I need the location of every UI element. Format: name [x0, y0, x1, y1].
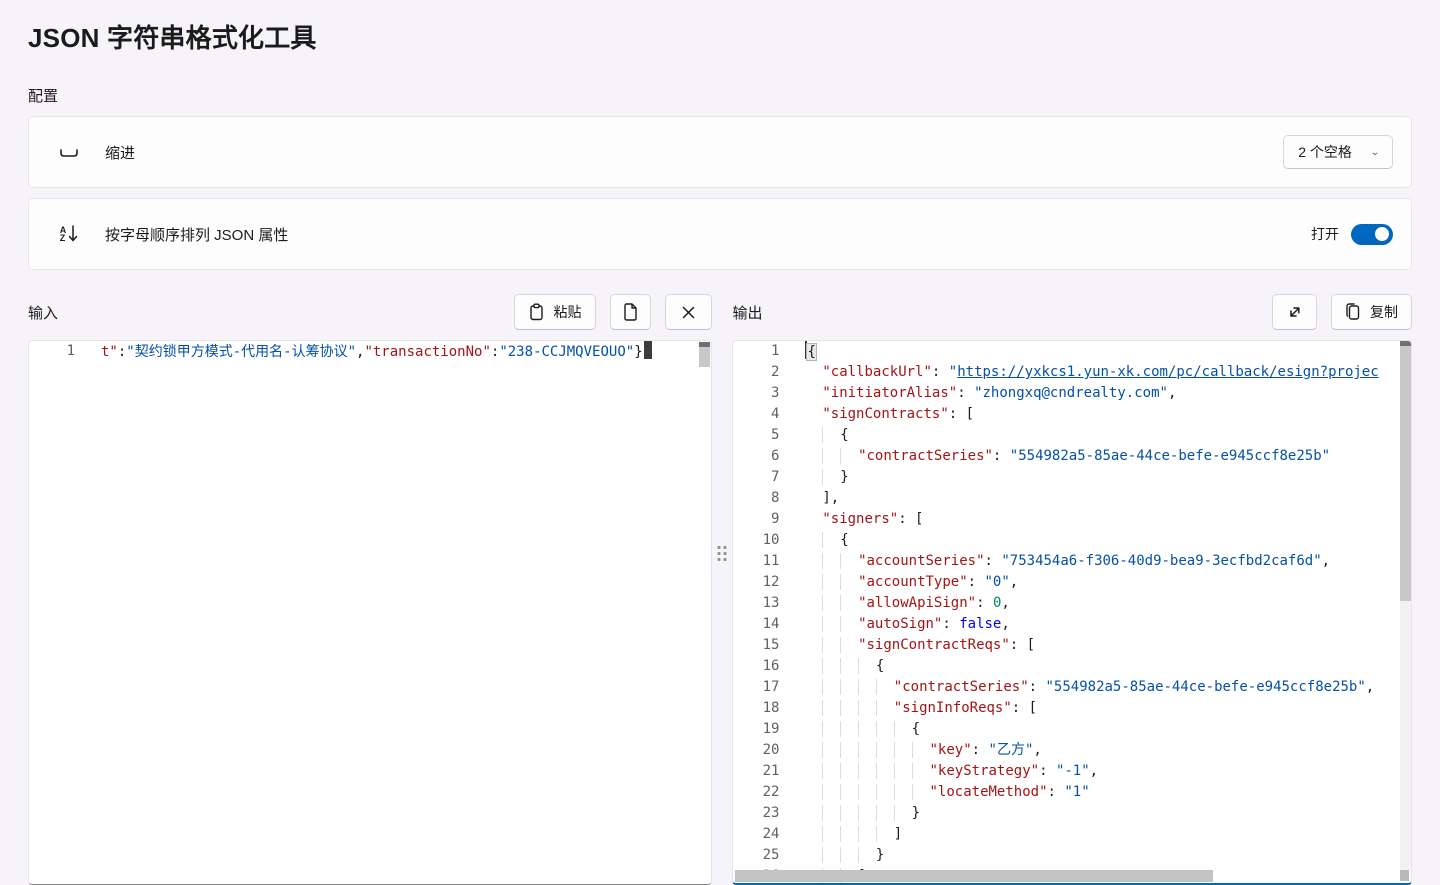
- output-horizontal-scrollbar[interactable]: [735, 870, 1213, 882]
- pane-splitter[interactable]: [712, 284, 733, 885]
- code-line: 25 }: [733, 845, 1411, 866]
- expand-icon: [1287, 304, 1303, 320]
- config-section-label: 配置: [28, 85, 1412, 106]
- input-editor[interactable]: 1t":"契约锁甲方模式-代用名-认筹协议","transactionNo":"…: [28, 340, 712, 885]
- editor-workspace: 输入 粘贴: [28, 284, 1412, 885]
- clipboard-icon: [528, 303, 545, 321]
- expand-output-button[interactable]: [1272, 294, 1317, 330]
- indentation-selected-value: 2 个空格: [1298, 142, 1352, 162]
- paste-button-label: 粘贴: [554, 302, 582, 322]
- page-title: JSON 字符串格式化工具: [28, 0, 1412, 55]
- code-line: 22 "locateMethod": "1": [733, 782, 1411, 803]
- output-vertical-scrollbar[interactable]: [1400, 341, 1411, 870]
- copy-button-label: 复制: [1370, 302, 1398, 322]
- code-line: 19 {: [733, 719, 1411, 740]
- output-pane: 输出: [732, 284, 1412, 885]
- json-formatter-page: JSON 字符串格式化工具 配置 缩进 2 个空格 ⌄ AZ 按字母顺序排列 J…: [0, 0, 1440, 881]
- indentation-setting-row: 缩进 2 个空格 ⌄: [28, 116, 1412, 188]
- code-line: 8 ],: [733, 488, 1411, 509]
- file-icon: [623, 303, 638, 321]
- code-line: 10 {: [733, 530, 1411, 551]
- indentation-icon: [49, 141, 89, 163]
- code-line: 11 "accountSeries": "753454a6-f306-40d9-…: [733, 551, 1411, 572]
- code-line: 3 "initiatorAlias": "zhongxq@cndrealty.c…: [733, 383, 1411, 404]
- sort-label: 按字母顺序排列 JSON 属性: [105, 224, 1311, 245]
- copy-icon: [1345, 303, 1361, 321]
- code-line: 14 "autoSign": false,: [733, 614, 1411, 635]
- open-file-button[interactable]: [610, 294, 651, 330]
- input-label: 输入: [28, 302, 58, 323]
- scrollbar-corner: [1400, 870, 1409, 881]
- code-line: 1{: [733, 341, 1411, 362]
- sort-setting-row: AZ 按字母顺序排列 JSON 属性 打开: [28, 198, 1412, 270]
- code-line: 20 "key": "乙方",: [733, 740, 1411, 761]
- output-label: 输出: [732, 302, 762, 323]
- toggle-state-label: 打开: [1311, 224, 1339, 244]
- code-line: 12 "accountType": "0",: [733, 572, 1411, 593]
- code-line: 1t":"契约锁甲方模式-代用名-认筹协议","transactionNo":"…: [29, 341, 711, 362]
- code-line: 17 "contractSeries": "554982a5-85ae-44ce…: [733, 677, 1411, 698]
- code-line: 2 "callbackUrl": "https://yxkcs1.yun-xk.…: [733, 362, 1411, 383]
- code-line: 23 }: [733, 803, 1411, 824]
- copy-button[interactable]: 复制: [1331, 294, 1412, 330]
- code-line: 9 "signers": [: [733, 509, 1411, 530]
- code-line: 13 "allowApiSign": 0,: [733, 593, 1411, 614]
- output-editor[interactable]: 1{2 "callbackUrl": "https://yxkcs1.yun-x…: [732, 340, 1412, 885]
- input-vertical-scrollbar[interactable]: [699, 342, 710, 367]
- indentation-select[interactable]: 2 个空格 ⌄: [1283, 135, 1393, 169]
- code-line: 7 }: [733, 467, 1411, 488]
- code-line: 6 "contractSeries": "554982a5-85ae-44ce-…: [733, 446, 1411, 467]
- text-caret: [644, 341, 652, 359]
- close-icon: [681, 305, 696, 320]
- sort-toggle[interactable]: [1351, 224, 1393, 245]
- clear-input-button[interactable]: [665, 294, 712, 330]
- code-line: 16 {: [733, 656, 1411, 677]
- toggle-knob: [1375, 227, 1389, 241]
- code-line: 15 "signContractReqs": [: [733, 635, 1411, 656]
- code-line: 5 {: [733, 425, 1411, 446]
- input-pane: 输入 粘贴: [28, 284, 712, 885]
- sort-alpha-icon: AZ: [49, 224, 89, 244]
- code-line: 18 "signInfoReqs": [: [733, 698, 1411, 719]
- indentation-label: 缩进: [105, 142, 1283, 163]
- code-line: 24 ]: [733, 824, 1411, 845]
- chevron-down-icon: ⌄: [1370, 146, 1380, 157]
- splitter-grip-icon: [717, 546, 726, 561]
- paste-button[interactable]: 粘贴: [514, 294, 596, 330]
- code-line: 21 "keyStrategy": "-1",: [733, 761, 1411, 782]
- code-line: 4 "signContracts": [: [733, 404, 1411, 425]
